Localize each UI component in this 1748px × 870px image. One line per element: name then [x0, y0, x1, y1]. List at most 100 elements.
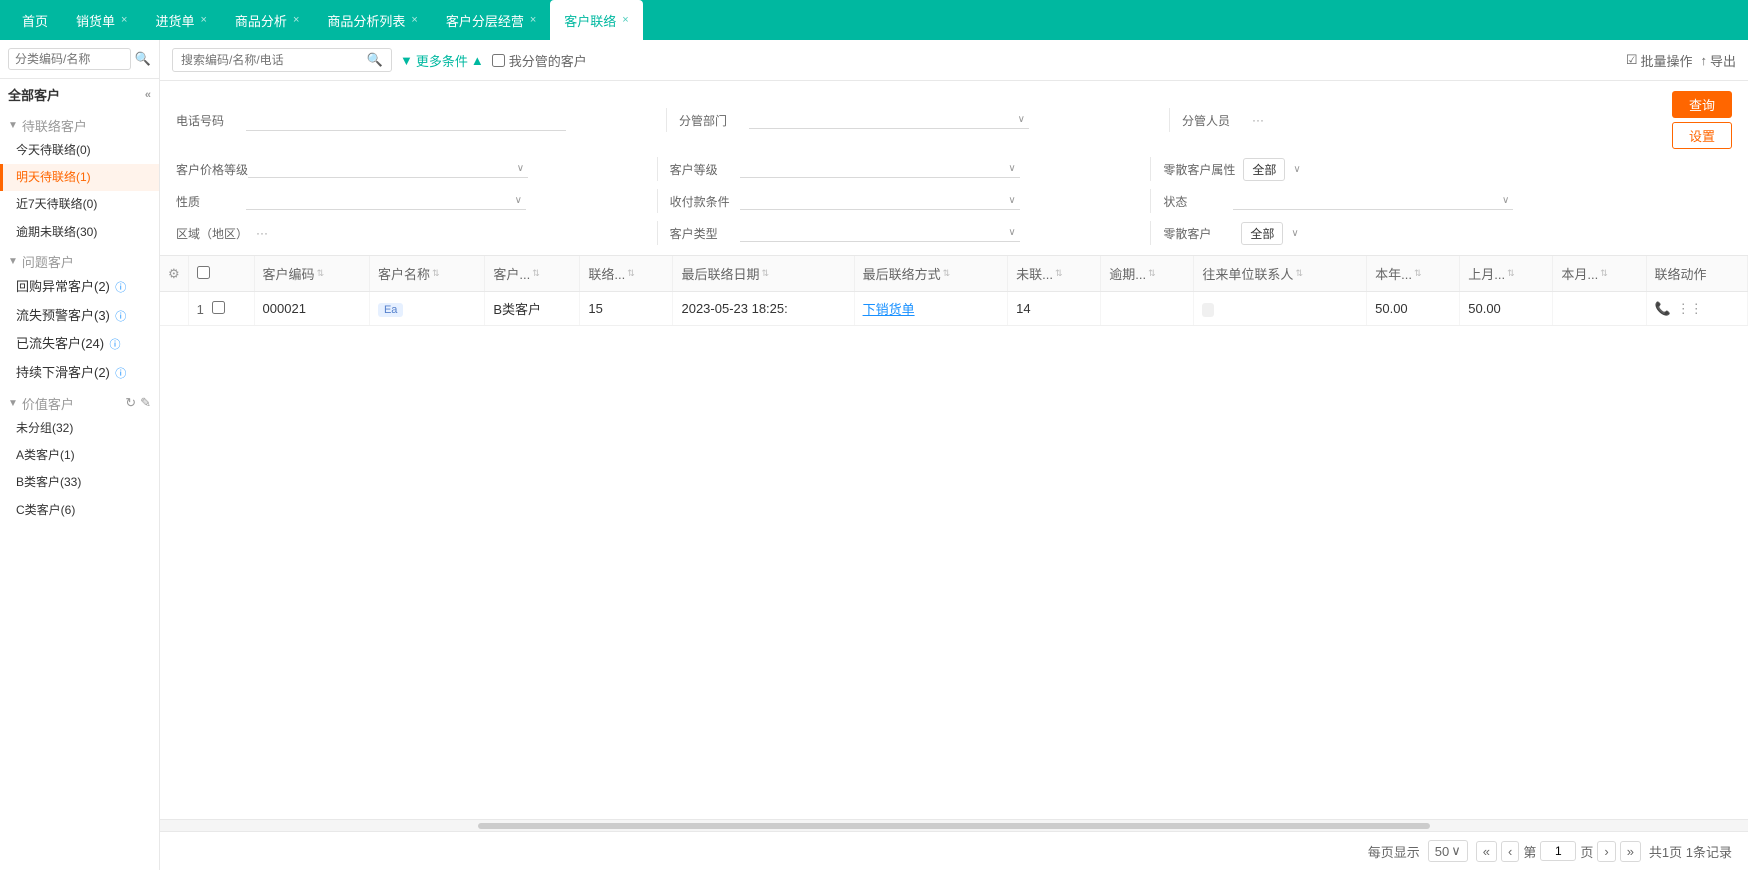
sort-icon-contact: ⇅ — [627, 268, 635, 279]
td-checkbox: 1 — [188, 292, 254, 326]
sidebar-item-b-class[interactable]: B类客户(33) — [0, 469, 159, 496]
nav-customer-contact[interactable]: 客户联络 × — [550, 0, 642, 40]
th-type[interactable]: 客户... ⇅ — [485, 256, 580, 292]
filter-retail-attr-tag[interactable]: 全部 — [1243, 158, 1285, 181]
sidebar-collapse-icon[interactable]: « — [145, 89, 151, 101]
nav-product-analysis[interactable]: 商品分析 × — [221, 0, 313, 40]
nav-purchase-order[interactable]: 进货单 × — [141, 0, 220, 40]
th-last-date[interactable]: 最后联络日期 ⇅ — [673, 256, 854, 292]
page-unit: 页 — [1580, 842, 1593, 861]
chevron-down-icon-status: ∨ — [1502, 195, 1509, 206]
sidebar-all-customers[interactable]: 全部客户 « — [0, 79, 159, 110]
close-contact-icon[interactable]: × — [622, 14, 628, 26]
sidebar-item-ungrouped[interactable]: 未分组(32) — [0, 415, 159, 442]
table-row: 1 000021 Ea B类客户 15 — [160, 292, 1748, 326]
filter-region-dots[interactable]: ··· — [256, 226, 268, 240]
contact-person-badge — [1202, 303, 1214, 317]
action-icon-1[interactable]: 📞 — [1655, 301, 1671, 317]
close-product-list-icon[interactable]: × — [411, 14, 417, 26]
sidebar-group-problem: ▼ 问题客户 — [0, 246, 159, 273]
filter-price-select[interactable]: ∨ — [248, 160, 528, 178]
close-sales-icon[interactable]: × — [121, 14, 127, 26]
th-contact-person[interactable]: 往来单位联系人 ⇅ — [1194, 256, 1367, 292]
sidebar-item-tomorrow[interactable]: 明天待联络(1) — [0, 164, 159, 191]
th-code[interactable]: 客户编码 ⇅ — [254, 256, 369, 292]
first-page-btn[interactable]: « — [1476, 841, 1497, 862]
sidebar-item-7days[interactable]: 近7天待联络(0) — [0, 191, 159, 218]
more-filter-btn[interactable]: ▼ 更多条件 ▲ — [400, 51, 484, 70]
th-overdue[interactable]: 逾期... ⇅ — [1101, 256, 1194, 292]
sidebar-search-input[interactable] — [8, 48, 131, 70]
filter-payment: 收付款条件 ∨ — [670, 192, 1139, 210]
settings-gear-icon[interactable]: ⚙ — [168, 266, 180, 281]
sidebar-item-today[interactable]: 今天待联络(0) — [0, 137, 159, 164]
sidebar-item-abnormal[interactable]: 回购异常客户(2) ⓘ — [0, 273, 159, 302]
search-button[interactable]: 🔍 — [367, 52, 383, 68]
select-all-checkbox[interactable] — [197, 266, 210, 279]
close-purchase-icon[interactable]: × — [200, 14, 206, 26]
batch-op-btn[interactable]: ☑ 批量操作 — [1626, 51, 1693, 70]
sidebar-item-churned[interactable]: 已流失客户(24) ⓘ — [0, 330, 159, 359]
toolbar: 🔍 ▼ 更多条件 ▲ 我分管的客户 ☑ 批量操作 ↑ 导出 — [160, 40, 1748, 81]
triangle-icon: ▼ — [8, 120, 18, 131]
sidebar-item-declining[interactable]: 持续下滑客户(2) ⓘ — [0, 359, 159, 388]
th-this-month[interactable]: 本月... ⇅ — [1553, 256, 1646, 292]
action-icon-2[interactable]: ⋮⋮ — [1677, 301, 1703, 317]
filter-dept-select[interactable]: ∨ — [749, 111, 1029, 129]
search-wrap: 🔍 — [172, 48, 392, 72]
page-input[interactable] — [1540, 841, 1576, 861]
close-product-icon[interactable]: × — [293, 14, 299, 26]
page-size-select[interactable]: 50 ∨ — [1428, 840, 1468, 862]
content-area: 🔍 ▼ 更多条件 ▲ 我分管的客户 ☑ 批量操作 ↑ 导出 — [160, 40, 1748, 870]
nav-sales-order[interactable]: 销货单 × — [62, 0, 141, 40]
filter-status-select[interactable]: ∨ — [1233, 192, 1513, 210]
th-no-contact[interactable]: 未联... ⇅ — [1008, 256, 1101, 292]
th-last-month[interactable]: 上月... ⇅ — [1460, 256, 1553, 292]
table-wrap: ⚙ 客户编码 ⇅ 客户名称 — [160, 256, 1748, 819]
nav-product-analysis-list[interactable]: 商品分析列表 × — [313, 0, 431, 40]
filter-phone-input[interactable] — [246, 110, 566, 131]
filter-level-select[interactable]: ∨ — [740, 160, 1020, 178]
filter-phone-label: 电话号码 — [176, 112, 246, 129]
row-checkbox-0[interactable] — [212, 301, 225, 314]
nav-customer-tier[interactable]: 客户分层经营 × — [432, 0, 550, 40]
filter-nature-select[interactable]: ∨ — [246, 192, 526, 210]
filter-payment-select[interactable]: ∨ — [740, 192, 1020, 210]
filter-icon: ▼ — [400, 53, 413, 68]
th-last-method[interactable]: 最后联络方式 ⇅ — [854, 256, 1008, 292]
close-tier-icon[interactable]: × — [530, 14, 536, 26]
nav-home[interactable]: 首页 — [8, 0, 62, 40]
divider-4 — [1150, 157, 1151, 181]
th-contact-count[interactable]: 联络... ⇅ — [580, 256, 673, 292]
sidebar-item-overdue[interactable]: 逾期未联络(30) — [0, 219, 159, 246]
filter-type-select[interactable]: ∨ — [740, 224, 1020, 242]
chevron-down-icon-level: ∨ — [1008, 163, 1015, 174]
sidebar-item-a-class[interactable]: A类客户(1) — [0, 442, 159, 469]
set-button[interactable]: 设置 — [1672, 122, 1732, 149]
query-button[interactable]: 查询 — [1672, 91, 1732, 118]
my-customer-checkbox[interactable] — [492, 54, 505, 67]
horizontal-scrollbar[interactable] — [478, 823, 1431, 829]
info-icon-0: ⓘ — [115, 282, 126, 294]
filter-retail-tag[interactable]: 全部 — [1241, 222, 1283, 245]
th-name[interactable]: 客户名称 ⇅ — [369, 256, 484, 292]
prev-page-btn[interactable]: ‹ — [1501, 841, 1519, 862]
last-method-link[interactable]: 下销货单 — [863, 302, 915, 317]
sidebar-item-c-class[interactable]: C类客户(6) — [0, 497, 159, 524]
sort-icon-lmonth: ⇅ — [1507, 268, 1515, 279]
last-page-btn[interactable]: » — [1620, 841, 1641, 862]
sidebar-item-churn-warning[interactable]: 流失预警客户(3) ⓘ — [0, 302, 159, 331]
sidebar-search-icon[interactable]: 🔍 — [135, 51, 151, 67]
sort-icon-code: ⇅ — [317, 268, 325, 279]
info-icon-3: ⓘ — [115, 368, 126, 380]
th-this-year[interactable]: 本年... ⇅ — [1367, 256, 1460, 292]
filter-manager-dots[interactable]: ··· — [1252, 113, 1264, 127]
export-btn[interactable]: ↑ 导出 — [1700, 51, 1736, 70]
refresh-icon[interactable]: ↻ — [125, 395, 136, 411]
next-page-btn[interactable]: › — [1597, 841, 1615, 862]
edit-icon[interactable]: ✎ — [140, 395, 151, 411]
sort-icon-type: ⇅ — [532, 268, 540, 279]
divider-7 — [657, 221, 658, 245]
search-input[interactable] — [181, 53, 367, 67]
customer-table: ⚙ 客户编码 ⇅ 客户名称 — [160, 256, 1748, 326]
